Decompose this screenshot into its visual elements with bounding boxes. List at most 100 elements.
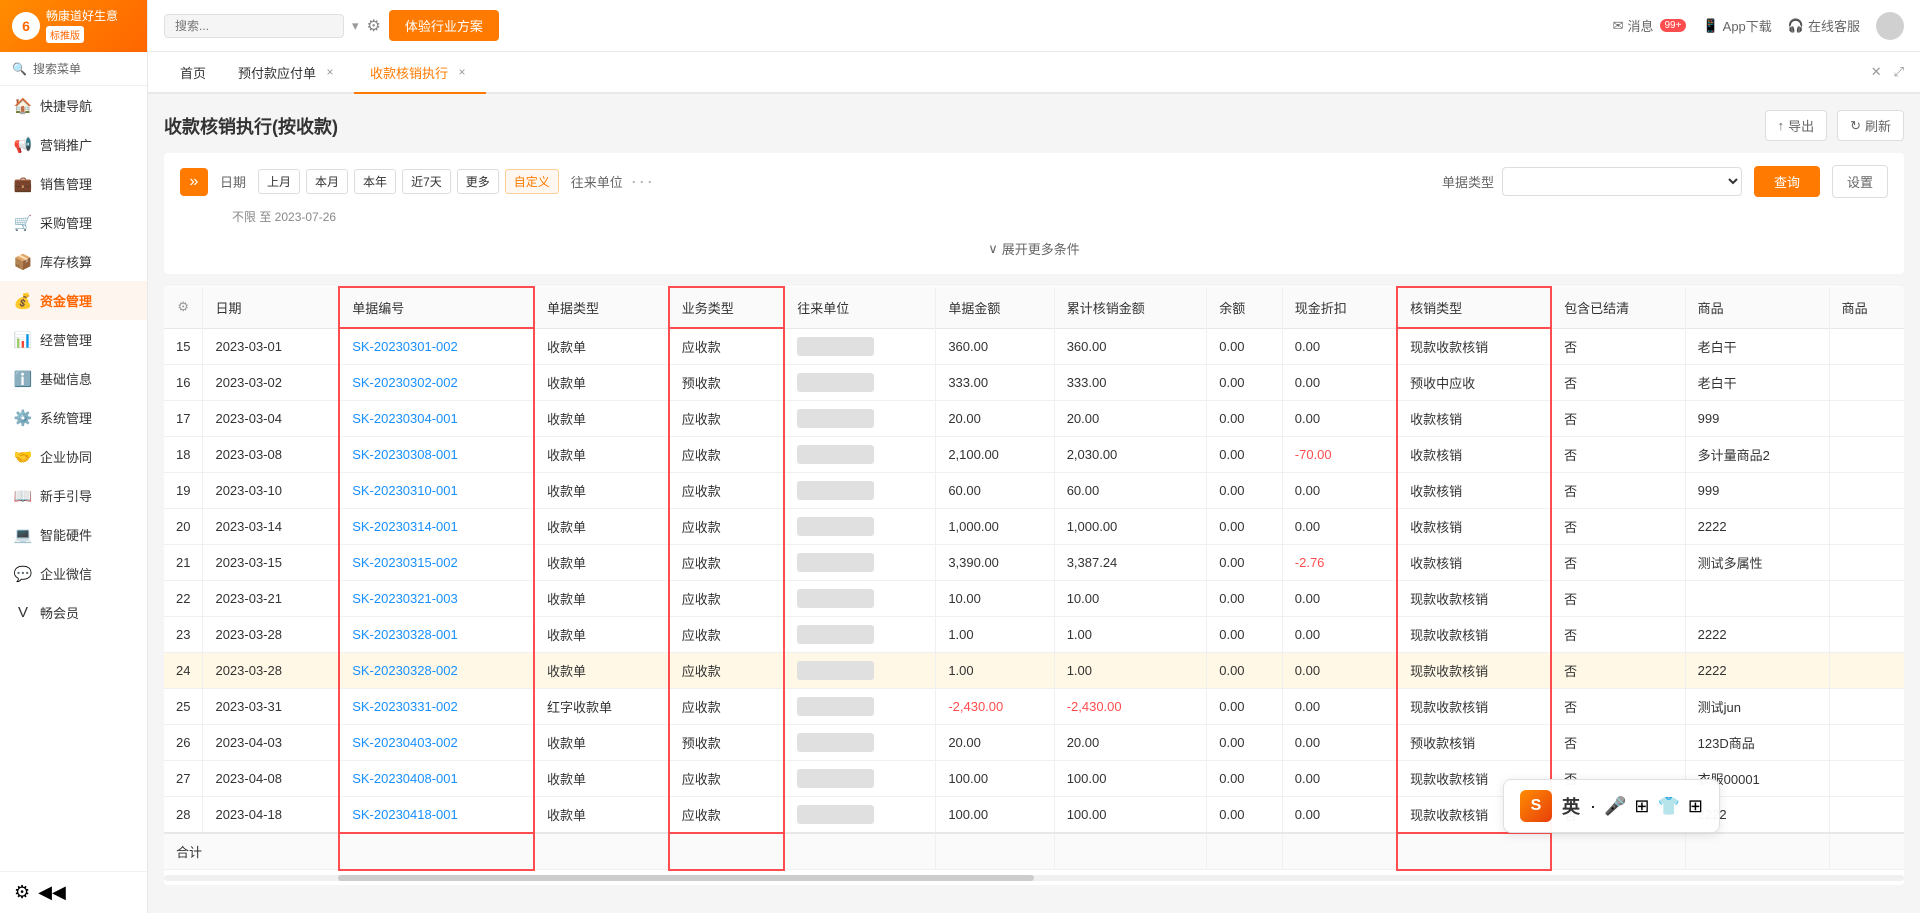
sidebar-item-guide[interactable]: 📖 新手引导: [0, 476, 147, 515]
sidebar-item-operations[interactable]: 📊 经营管理: [0, 320, 147, 359]
last-month-btn[interactable]: 上月: [258, 169, 300, 194]
doc-no-link[interactable]: SK-20230328-001: [352, 627, 458, 642]
col-doc-type: 单据类型: [534, 287, 669, 328]
cell-include-settled: 否: [1551, 437, 1685, 473]
tab-prepayment-close[interactable]: ×: [322, 64, 338, 80]
tab-prepayment[interactable]: 预付款应付单 ×: [222, 52, 354, 94]
tab-writeoff-close[interactable]: ×: [454, 64, 470, 80]
cell-no: 20: [164, 509, 203, 545]
sidebar-collapse-icon[interactable]: ◀◀: [38, 882, 66, 903]
topbar-gear-icon[interactable]: ⚙: [367, 16, 381, 36]
cell-include-settled: 否: [1551, 328, 1685, 365]
cell-doc-no: SK-20230328-001: [339, 617, 534, 653]
more-btn[interactable]: 更多: [457, 169, 499, 194]
col-settings[interactable]: ⚙: [164, 287, 203, 328]
cell-cash-discount: 0.00: [1282, 328, 1397, 365]
app-download-action[interactable]: 📱 App下载: [1702, 16, 1771, 35]
user-avatar[interactable]: [1876, 12, 1904, 40]
sales-icon: 💼: [14, 175, 32, 193]
sidebar-item-system[interactable]: ⚙️ 系统管理: [0, 398, 147, 437]
logo-badge: 标推版: [46, 26, 84, 43]
horizontal-scrollbar[interactable]: [164, 875, 1904, 881]
cell-doc-type: 收款单: [534, 328, 669, 365]
watermark-apps-icon[interactable]: ⊞: [1688, 796, 1703, 817]
cell-goods: 老白干: [1685, 365, 1829, 401]
cell-balance: 0.00: [1207, 761, 1283, 797]
doc-no-link[interactable]: SK-20230328-002: [352, 663, 458, 678]
cell-biz-type: 应收款: [669, 401, 785, 437]
watermark-dot-icon[interactable]: ·: [1590, 796, 1596, 817]
tab-close-all-icon[interactable]: ✕: [1871, 64, 1882, 80]
col-date: 日期: [203, 287, 339, 328]
messages-action[interactable]: ✉ 消息 99+: [1613, 16, 1687, 35]
refresh-btn[interactable]: ↻ 刷新: [1837, 110, 1904, 141]
this-month-btn[interactable]: 本月: [306, 169, 348, 194]
this-year-btn[interactable]: 本年: [354, 169, 396, 194]
doc-no-link[interactable]: SK-20230418-001: [352, 807, 458, 822]
doc-no-link[interactable]: SK-20230331-002: [352, 699, 458, 714]
sidebar-item-purchase[interactable]: 🛒 采购管理: [0, 203, 147, 242]
scroll-thumb[interactable]: [338, 875, 1034, 881]
sidebar-item-finance[interactable]: 💰 资金管理: [0, 281, 147, 320]
doc-no-link[interactable]: SK-20230314-001: [352, 519, 458, 534]
doc-no-link[interactable]: SK-20230310-001: [352, 483, 458, 498]
filter-toggle-btn[interactable]: »: [180, 168, 208, 196]
doc-no-link[interactable]: SK-20230403-002: [352, 735, 458, 750]
tab-expand-icon[interactable]: ⤢: [1894, 64, 1904, 80]
industry-btn[interactable]: 体验行业方案: [389, 10, 499, 41]
query-btn[interactable]: 查询: [1754, 166, 1820, 197]
cell-date: 2023-03-10: [203, 473, 339, 509]
sidebar-search[interactable]: 🔍 搜索菜单: [0, 52, 147, 86]
doc-no-link[interactable]: SK-20230321-003: [352, 591, 458, 606]
cell-cash-discount: 0.00: [1282, 473, 1397, 509]
cell-balance: 0.00: [1207, 545, 1283, 581]
online-service-action[interactable]: 🎧 在线客服: [1788, 16, 1860, 35]
sidebar-settings-icon[interactable]: ⚙: [14, 882, 30, 903]
cell-balance: 0.00: [1207, 473, 1283, 509]
search-input[interactable]: [164, 14, 344, 38]
doctype-select[interactable]: [1502, 167, 1742, 196]
doc-no-link[interactable]: SK-20230308-001: [352, 447, 458, 462]
sidebar-item-weixin[interactable]: 💬 企业微信: [0, 554, 147, 593]
expand-more-btn[interactable]: ∨ 展开更多条件: [976, 235, 1092, 262]
setting-btn[interactable]: 设置: [1832, 165, 1888, 198]
purchase-icon: 🛒: [14, 214, 32, 232]
doc-no-link[interactable]: SK-20230304-001: [352, 411, 458, 426]
sidebar-item-collab[interactable]: 🤝 企业协同: [0, 437, 147, 476]
sidebar-item-basics[interactable]: ℹ️ 基础信息: [0, 359, 147, 398]
sidebar-item-marketing[interactable]: 📢 营销推广: [0, 125, 147, 164]
doc-no-link[interactable]: SK-20230301-002: [352, 339, 458, 354]
cell-no: 19: [164, 473, 203, 509]
refresh-icon: ↻: [1850, 118, 1861, 134]
watermark-grid-icon[interactable]: ⊞: [1634, 796, 1649, 817]
cell-biz-type: 预收款: [669, 725, 785, 761]
sidebar-item-quicknav[interactable]: 🏠 快捷导航: [0, 86, 147, 125]
export-btn[interactable]: ↑ 导出: [1765, 110, 1828, 141]
cell-include-settled: 否: [1551, 473, 1685, 509]
cell-doc-no: SK-20230321-003: [339, 581, 534, 617]
cell-goods: 2222: [1685, 509, 1829, 545]
cell-doc-no: SK-20230310-001: [339, 473, 534, 509]
watermark-mic-icon[interactable]: 🎤: [1604, 796, 1626, 817]
tab-home[interactable]: 首页: [164, 52, 222, 94]
cell-partner: ████: [784, 328, 936, 365]
watermark-shirt-icon[interactable]: 👕: [1657, 796, 1679, 817]
gear-icon[interactable]: ⚙: [177, 299, 189, 314]
doc-no-link[interactable]: SK-20230302-002: [352, 375, 458, 390]
sidebar-item-member[interactable]: V 畅会员: [0, 593, 147, 632]
sidebar-item-sales[interactable]: 💼 销售管理: [0, 164, 147, 203]
tab-writeoff[interactable]: 收款核销执行 ×: [354, 52, 486, 94]
cell-goods2: [1829, 509, 1904, 545]
sidebar-item-hardware[interactable]: 💻 智能硬件: [0, 515, 147, 554]
cell-biz-type: 应收款: [669, 328, 785, 365]
doc-no-link[interactable]: SK-20230315-002: [352, 555, 458, 570]
cell-write-off-type: 现款收款核销: [1397, 581, 1551, 617]
doc-no-link[interactable]: SK-20230408-001: [352, 771, 458, 786]
cell-write-off-type: 现款收款核销: [1397, 689, 1551, 725]
sidebar-item-inventory[interactable]: 📦 库存核算: [0, 242, 147, 281]
custom-btn[interactable]: 自定义: [505, 169, 559, 194]
cell-amount: -2,430.00: [936, 689, 1054, 725]
last7-btn[interactable]: 近7天: [402, 169, 451, 194]
sidebar: 6 畅康道好生意 标推版 🔍 搜索菜单 🏠 快捷导航 📢 营销推广 💼 销售管理…: [0, 0, 148, 913]
sidebar-item-label: 新手引导: [40, 486, 92, 505]
